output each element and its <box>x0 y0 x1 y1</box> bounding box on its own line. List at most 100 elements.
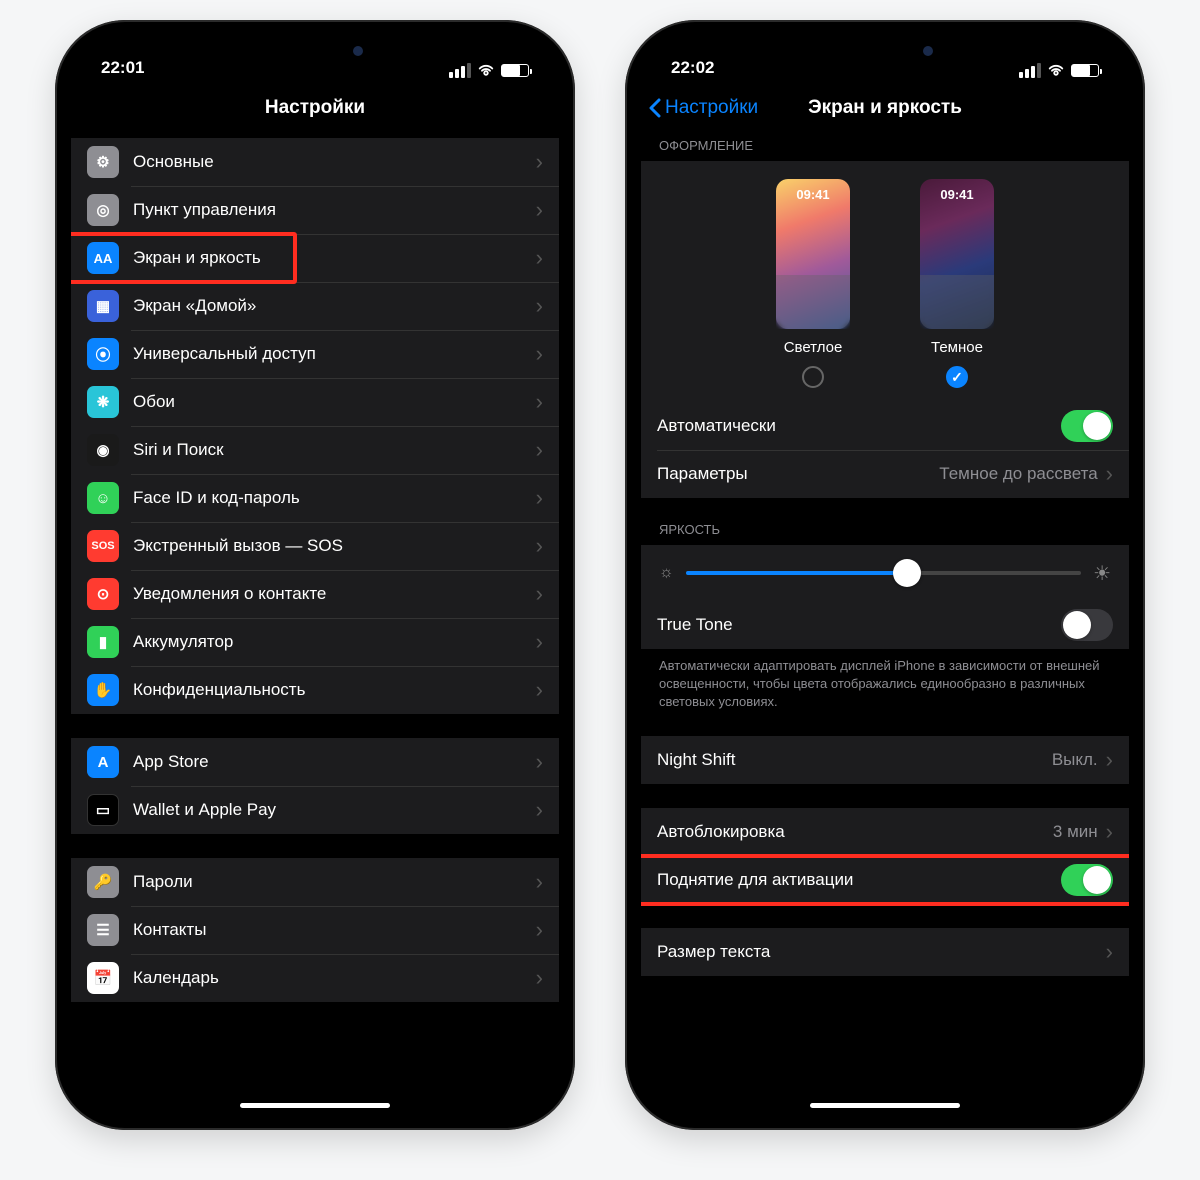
battery-icon <box>501 64 529 77</box>
chevron-icon: › <box>1106 819 1113 845</box>
settings-row[interactable]: ❋ Обои› <box>71 378 559 426</box>
row-label: Face ID и код-пароль <box>133 488 536 508</box>
chevron-icon: › <box>536 917 543 943</box>
settings-row[interactable]: ◎ Пункт управления› <box>71 186 559 234</box>
ic-wall-icon: ❋ <box>87 386 119 418</box>
light-preview: 09:41 <box>776 179 850 329</box>
screen-left: 22:01 Настройки ⚙Основные›◎Пункт управле… <box>71 36 559 1114</box>
brightness-slider[interactable] <box>686 571 1081 575</box>
display-settings[interactable]: ОФОРМЛЕНИЕ 09:41 Светлое 09:41 Темное Ав… <box>641 134 1129 1114</box>
ic-contacts-icon: ☰ <box>87 914 119 946</box>
appearance-light[interactable]: 09:41 Светлое <box>776 179 850 388</box>
light-label: Светлое <box>776 339 850 356</box>
row-label: Аккумулятор <box>133 632 536 652</box>
nav-bar: Настройки Экран и яркость <box>641 82 1129 134</box>
signal-icon <box>449 63 471 78</box>
back-button[interactable]: Настройки <box>649 82 758 134</box>
phone-left: 22:01 Настройки ⚙Основные›◎Пункт управле… <box>55 20 575 1130</box>
status-time: 22:02 <box>671 58 714 78</box>
ic-access-icon: ⦿ <box>87 338 119 370</box>
settings-row[interactable]: ▭ Wallet и Apple Pay› <box>71 786 559 834</box>
settings-row[interactable]: 🔑Пароли› <box>71 858 559 906</box>
automatic-label: Автоматически <box>657 416 1061 436</box>
chevron-icon: › <box>536 197 543 223</box>
chevron-icon: › <box>536 245 543 271</box>
row-text-size[interactable]: Размер текста › <box>641 928 1129 976</box>
settings-row[interactable]: ⊙Уведомления о контакте› <box>71 570 559 618</box>
row-brightness-slider: ☼ ☀ <box>641 545 1129 601</box>
ic-wallet-icon: ▭ <box>87 794 119 826</box>
settings-row[interactable]: ▮Аккумулятор› <box>71 618 559 666</box>
ic-priv-icon: ✋ <box>87 674 119 706</box>
chevron-icon: › <box>536 797 543 823</box>
dark-preview: 09:41 <box>920 179 994 329</box>
dark-label: Темное <box>920 339 994 356</box>
chevron-icon: › <box>536 749 543 775</box>
notch <box>785 36 985 66</box>
ic-sos-icon: SOS <box>87 530 119 562</box>
settings-row[interactable]: AAЭкран и яркость› <box>71 234 559 282</box>
row-label: Обои <box>133 392 536 412</box>
toggle-automatic[interactable] <box>1061 410 1113 442</box>
settings-row[interactable]: ◉Siri и Поиск› <box>71 426 559 474</box>
chevron-icon: › <box>536 629 543 655</box>
autolock-value: 3 мин <box>1053 822 1098 842</box>
settings-row[interactable]: ⚙Основные› <box>71 138 559 186</box>
settings-row[interactable]: ⦿Универсальный доступ› <box>71 330 559 378</box>
settings-row[interactable]: 📅Календарь› <box>71 954 559 1002</box>
row-autolock[interactable]: Автоблокировка 3 мин › <box>641 808 1129 856</box>
textsize-label: Размер текста <box>657 942 1106 962</box>
chevron-icon: › <box>1106 461 1113 487</box>
ic-face-icon: ☺ <box>87 482 119 514</box>
nav-bar: Настройки <box>71 82 559 134</box>
chevron-icon: › <box>1106 939 1113 965</box>
row-label: Пункт управления <box>133 200 536 220</box>
signal-icon <box>1019 63 1041 78</box>
ic-gear-icon: ⚙ <box>87 146 119 178</box>
appearance-dark[interactable]: 09:41 Темное <box>920 179 994 388</box>
page-title: Настройки <box>265 97 365 119</box>
params-label: Параметры <box>657 464 939 484</box>
page-title: Экран и яркость <box>808 97 962 119</box>
ic-notify-icon: ⊙ <box>87 578 119 610</box>
nightshift-label: Night Shift <box>657 750 1052 770</box>
battery-icon <box>1071 64 1099 77</box>
sun-small-icon: ☼ <box>659 564 674 582</box>
row-automatic[interactable]: Автоматически <box>641 402 1129 450</box>
chevron-icon: › <box>536 677 543 703</box>
row-nightshift[interactable]: Night Shift Выкл. › <box>641 736 1129 784</box>
settings-row[interactable]: AApp Store› <box>71 738 559 786</box>
chevron-icon: › <box>536 341 543 367</box>
toggle-raise[interactable] <box>1061 864 1113 896</box>
row-label: Wallet и Apple Pay <box>133 800 536 820</box>
radio-dark[interactable] <box>946 366 968 388</box>
settings-row[interactable]: SOSЭкстренный вызов — SOS› <box>71 522 559 570</box>
phone-right: 22:02 Настройки Экран и яркость ОФОРМЛЕН… <box>625 20 1145 1130</box>
toggle-truetone[interactable] <box>1061 609 1113 641</box>
row-truetone[interactable]: True Tone <box>641 601 1129 649</box>
row-label: Конфиденциальность <box>133 680 536 700</box>
row-label: App Store <box>133 752 536 772</box>
chevron-icon: › <box>536 293 543 319</box>
chevron-icon: › <box>536 437 543 463</box>
notch <box>215 36 415 66</box>
nightshift-value: Выкл. <box>1052 750 1098 770</box>
row-label: Экстренный вызов — SOS <box>133 536 536 556</box>
ic-display-icon: AA <box>87 242 119 274</box>
settings-row[interactable]: ▦Экран «Домой»› <box>71 282 559 330</box>
row-params[interactable]: Параметры Темное до рассвета › <box>641 450 1129 498</box>
screen-right: 22:02 Настройки Экран и яркость ОФОРМЛЕН… <box>641 36 1129 1114</box>
raise-label: Поднятие для активации <box>657 870 1061 890</box>
settings-list[interactable]: ⚙Основные›◎Пункт управления›AAЭкран и яр… <box>71 134 559 1114</box>
home-indicator[interactable] <box>240 1103 390 1108</box>
ic-cc-icon: ◎ <box>87 194 119 226</box>
settings-row[interactable]: ☺Face ID и код-пароль› <box>71 474 559 522</box>
settings-row[interactable]: ☰Контакты› <box>71 906 559 954</box>
row-label: Календарь <box>133 968 536 988</box>
chevron-icon: › <box>536 149 543 175</box>
radio-light[interactable] <box>802 366 824 388</box>
settings-row[interactable]: ✋ Конфиденциальность› <box>71 666 559 714</box>
home-indicator[interactable] <box>810 1103 960 1108</box>
chevron-icon: › <box>536 389 543 415</box>
row-raise-to-wake[interactable]: Поднятие для активации <box>641 856 1129 904</box>
